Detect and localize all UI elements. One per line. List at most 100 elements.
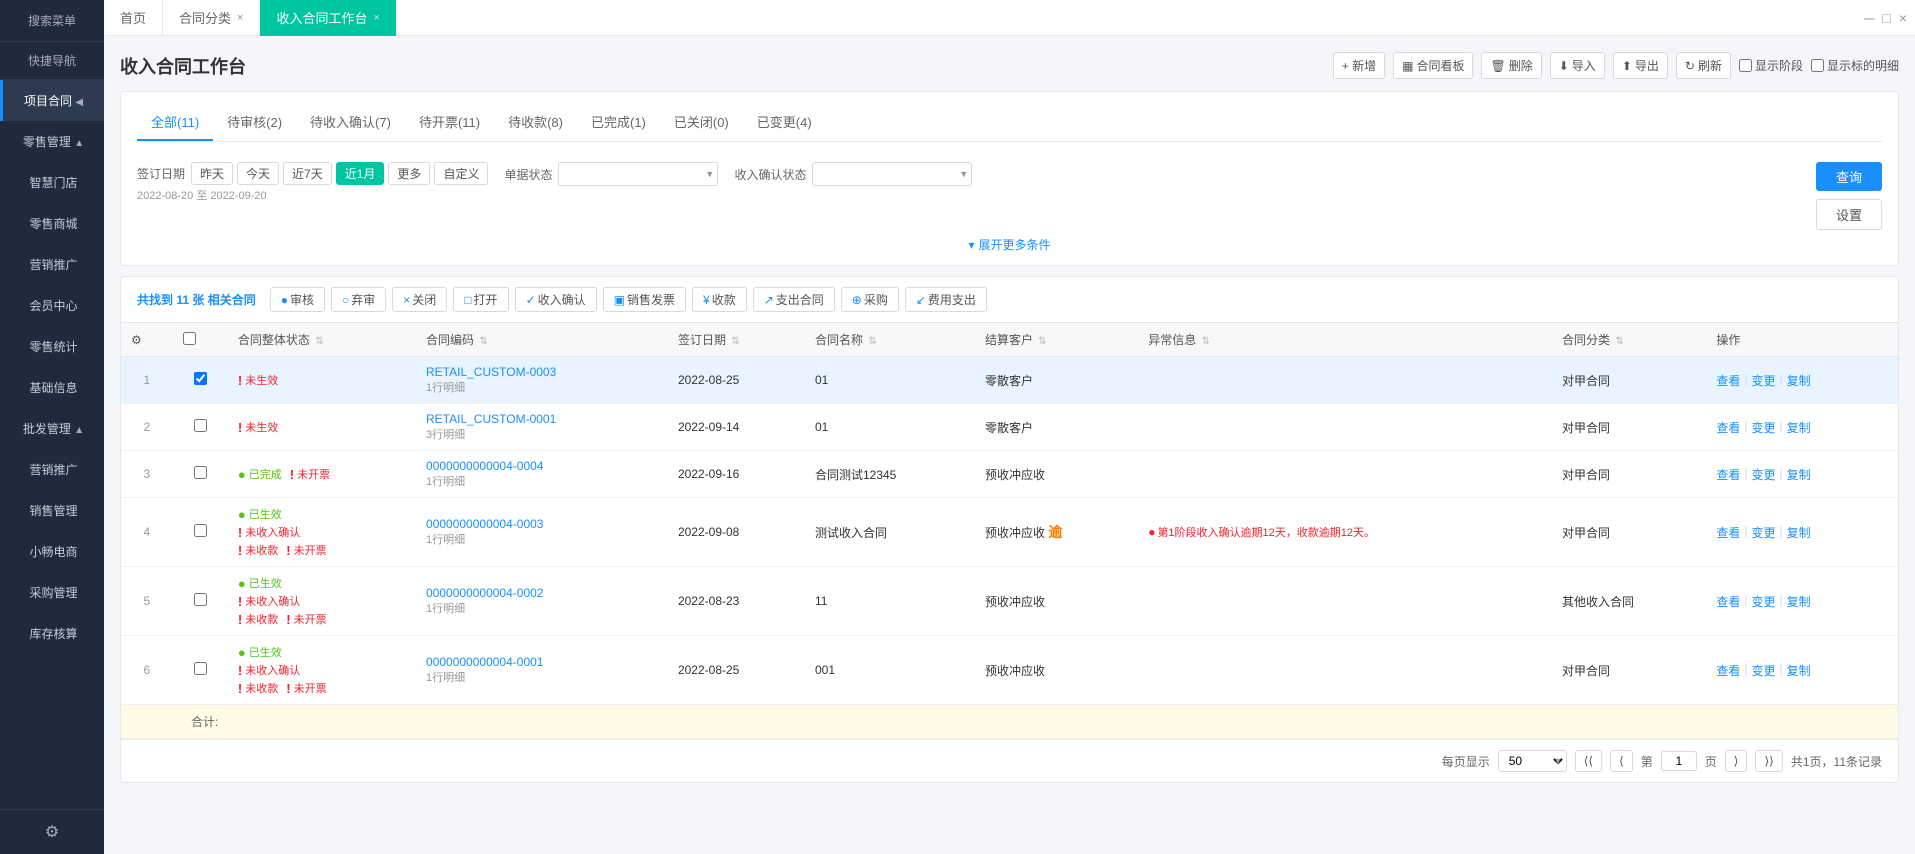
action-复制-link[interactable]: 复制 bbox=[1787, 662, 1811, 679]
page-size-select[interactable]: 20 50 100 bbox=[1498, 750, 1567, 772]
col-category[interactable]: 合同分类 ⇅ bbox=[1552, 323, 1706, 357]
col-error[interactable]: 异常信息 ⇅ bbox=[1138, 323, 1552, 357]
close-contract-button[interactable]: × 关闭 bbox=[392, 287, 447, 312]
date-btn-today[interactable]: 今天 bbox=[237, 162, 279, 185]
status-tab-pending-invoice[interactable]: 待开票(11) bbox=[405, 104, 494, 141]
action-变更-link[interactable]: 变更 bbox=[1751, 593, 1775, 610]
row-checkbox[interactable] bbox=[194, 466, 207, 479]
contract-code-link[interactable]: 0000000000004-0003 bbox=[426, 517, 543, 531]
sidebar-search[interactable]: 搜索菜单 bbox=[0, 0, 104, 42]
date-btn-yesterday[interactable]: 昨天 bbox=[191, 162, 233, 185]
show-detail-checkbox[interactable] bbox=[1811, 59, 1824, 72]
sidebar-item-smart-store[interactable]: 智慧门店 bbox=[0, 162, 104, 203]
col-customer[interactable]: 结算客户 ⇅ bbox=[975, 323, 1138, 357]
action-查看-link[interactable]: 查看 bbox=[1716, 524, 1740, 541]
col-name[interactable]: 合同名称 ⇅ bbox=[805, 323, 975, 357]
action-复制-link[interactable]: 复制 bbox=[1787, 524, 1811, 541]
status-tab-pending-receipt[interactable]: 待收款(8) bbox=[494, 104, 577, 141]
minimize-icon[interactable]: ─ bbox=[1864, 10, 1874, 26]
tab-close-contract-category[interactable]: × bbox=[237, 12, 243, 24]
close-icon[interactable]: × bbox=[1899, 10, 1907, 26]
action-复制-link[interactable]: 复制 bbox=[1787, 372, 1811, 389]
action-查看-link[interactable]: 查看 bbox=[1716, 372, 1740, 389]
action-变更-link[interactable]: 变更 bbox=[1751, 524, 1775, 541]
review-button[interactable]: ● 审核 bbox=[270, 287, 325, 312]
sidebar-item-retail-stats[interactable]: 零售统计 bbox=[0, 326, 104, 367]
sidebar-item-basic-info[interactable]: 基础信息 bbox=[0, 367, 104, 408]
status-tab-all[interactable]: 全部(11) bbox=[137, 104, 213, 141]
page-last-button[interactable]: ⟩⟩ bbox=[1755, 750, 1782, 772]
tab-close-income-workbench[interactable]: × bbox=[373, 12, 379, 24]
contract-code-link[interactable]: RETAIL_CUSTOM-0001 bbox=[426, 412, 556, 426]
expense-out-button[interactable]: ↗ 支出合同 bbox=[753, 287, 835, 312]
status-tab-pending-review[interactable]: 待审核(2) bbox=[213, 104, 296, 141]
page-next-button[interactable]: ⟩ bbox=[1725, 750, 1748, 772]
date-btn-custom[interactable]: 自定义 bbox=[434, 162, 488, 185]
contract-code-link[interactable]: 0000000000004-0001 bbox=[426, 655, 543, 669]
sales-invoice-button[interactable]: ▣ 销售发票 bbox=[603, 287, 686, 312]
col-status[interactable]: 合同整体状态 ⇅ bbox=[228, 323, 416, 357]
new-button[interactable]: + 新增 bbox=[1333, 52, 1385, 79]
status-tab-pending-income[interactable]: 待收入确认(7) bbox=[296, 104, 405, 141]
page-first-button[interactable]: ⟨⟨ bbox=[1575, 750, 1602, 772]
sidebar-item-project[interactable]: 项目合同 ◀ bbox=[0, 80, 104, 121]
abandon-button[interactable]: ○ 弃审 bbox=[331, 287, 386, 312]
sidebar-item-sales-marketing[interactable]: 营销推广 bbox=[0, 449, 104, 490]
row-checkbox[interactable] bbox=[194, 593, 207, 606]
sidebar-item-inventory[interactable]: 库存核算 bbox=[0, 613, 104, 654]
delete-button[interactable]: 🗑 删除 bbox=[1481, 52, 1541, 79]
action-复制-link[interactable]: 复制 bbox=[1787, 593, 1811, 610]
action-变更-link[interactable]: 变更 bbox=[1751, 662, 1775, 679]
refresh-button[interactable]: ↻ 刷新 bbox=[1676, 52, 1731, 79]
page-prev-button[interactable]: ⟨ bbox=[1610, 750, 1633, 772]
sidebar-item-sales-mgmt[interactable]: 销售管理 bbox=[0, 490, 104, 531]
contract-code-link[interactable]: 0000000000004-0004 bbox=[426, 459, 543, 473]
contract-code-link[interactable]: 0000000000004-0002 bbox=[426, 586, 543, 600]
contract-code-link[interactable]: RETAIL_CUSTOM-0003 bbox=[426, 365, 556, 379]
select-all-checkbox[interactable] bbox=[183, 332, 196, 345]
show-stage-checkbox[interactable] bbox=[1739, 59, 1752, 72]
col-settings[interactable]: ⚙ bbox=[121, 323, 173, 357]
sidebar-item-marketing[interactable]: 营销推广 bbox=[0, 244, 104, 285]
doc-status-select[interactable] bbox=[558, 162, 718, 186]
import-button[interactable]: ⬇ 导入 bbox=[1550, 52, 1605, 79]
row-checkbox[interactable] bbox=[194, 662, 207, 675]
action-查看-link[interactable]: 查看 bbox=[1716, 593, 1740, 610]
action-复制-link[interactable]: 复制 bbox=[1787, 419, 1811, 436]
row-checkbox[interactable] bbox=[194, 419, 207, 432]
query-button[interactable]: 查询 bbox=[1816, 162, 1882, 191]
show-detail-checkbox-label[interactable]: 显示标的明细 bbox=[1811, 57, 1899, 74]
sidebar-item-batch-mgmt[interactable]: 批发管理 ▲ bbox=[0, 408, 104, 449]
action-变更-link[interactable]: 变更 bbox=[1751, 466, 1775, 483]
status-tab-changed[interactable]: 已变更(4) bbox=[743, 104, 826, 141]
sidebar-item-member[interactable]: 会员中心 bbox=[0, 285, 104, 326]
sidebar-item-retail-mall[interactable]: 零售商城 bbox=[0, 203, 104, 244]
purchase-button[interactable]: ⊕ 采购 bbox=[841, 287, 899, 312]
col-code[interactable]: 合同编码 ⇅ bbox=[416, 323, 668, 357]
maximize-icon[interactable]: □ bbox=[1882, 10, 1890, 26]
expand-conditions[interactable]: ▾ 展开更多条件 bbox=[137, 236, 1882, 253]
date-btn-7days[interactable]: 近7天 bbox=[283, 162, 332, 185]
col-sign-date[interactable]: 签订日期 ⇅ bbox=[668, 323, 805, 357]
income-confirm-button[interactable]: ✓ 收入确认 bbox=[515, 287, 597, 312]
sidebar-item-retail[interactable]: 零售管理 ▲ bbox=[0, 121, 104, 162]
action-变更-link[interactable]: 变更 bbox=[1751, 372, 1775, 389]
action-查看-link[interactable]: 查看 bbox=[1716, 466, 1740, 483]
row-checkbox[interactable] bbox=[194, 372, 207, 385]
date-btn-more[interactable]: 更多 bbox=[388, 162, 430, 185]
tab-home[interactable]: 首页 bbox=[104, 0, 163, 36]
action-查看-link[interactable]: 查看 bbox=[1716, 662, 1740, 679]
sidebar-quick-nav[interactable]: 快捷导航 bbox=[0, 42, 104, 80]
sidebar-settings[interactable]: ⚙ bbox=[0, 809, 104, 854]
fee-out-button[interactable]: ↙ 费用支出 bbox=[905, 287, 987, 312]
status-tab-completed[interactable]: 已完成(1) bbox=[577, 104, 660, 141]
sidebar-item-purchase-mgmt[interactable]: 采购管理 bbox=[0, 572, 104, 613]
sidebar-item-xiaochangec[interactable]: 小畅电商 bbox=[0, 531, 104, 572]
receipt-button[interactable]: ¥ 收款 bbox=[692, 287, 747, 312]
tab-contract-category[interactable]: 合同分类 × bbox=[163, 0, 260, 36]
set-button[interactable]: 设置 bbox=[1816, 199, 1882, 230]
tab-income-workbench[interactable]: 收入合同工作台 × bbox=[260, 0, 396, 36]
page-input[interactable] bbox=[1661, 751, 1697, 771]
date-btn-1month[interactable]: 近1月 bbox=[336, 162, 385, 185]
open-button[interactable]: □ 打开 bbox=[453, 287, 508, 312]
